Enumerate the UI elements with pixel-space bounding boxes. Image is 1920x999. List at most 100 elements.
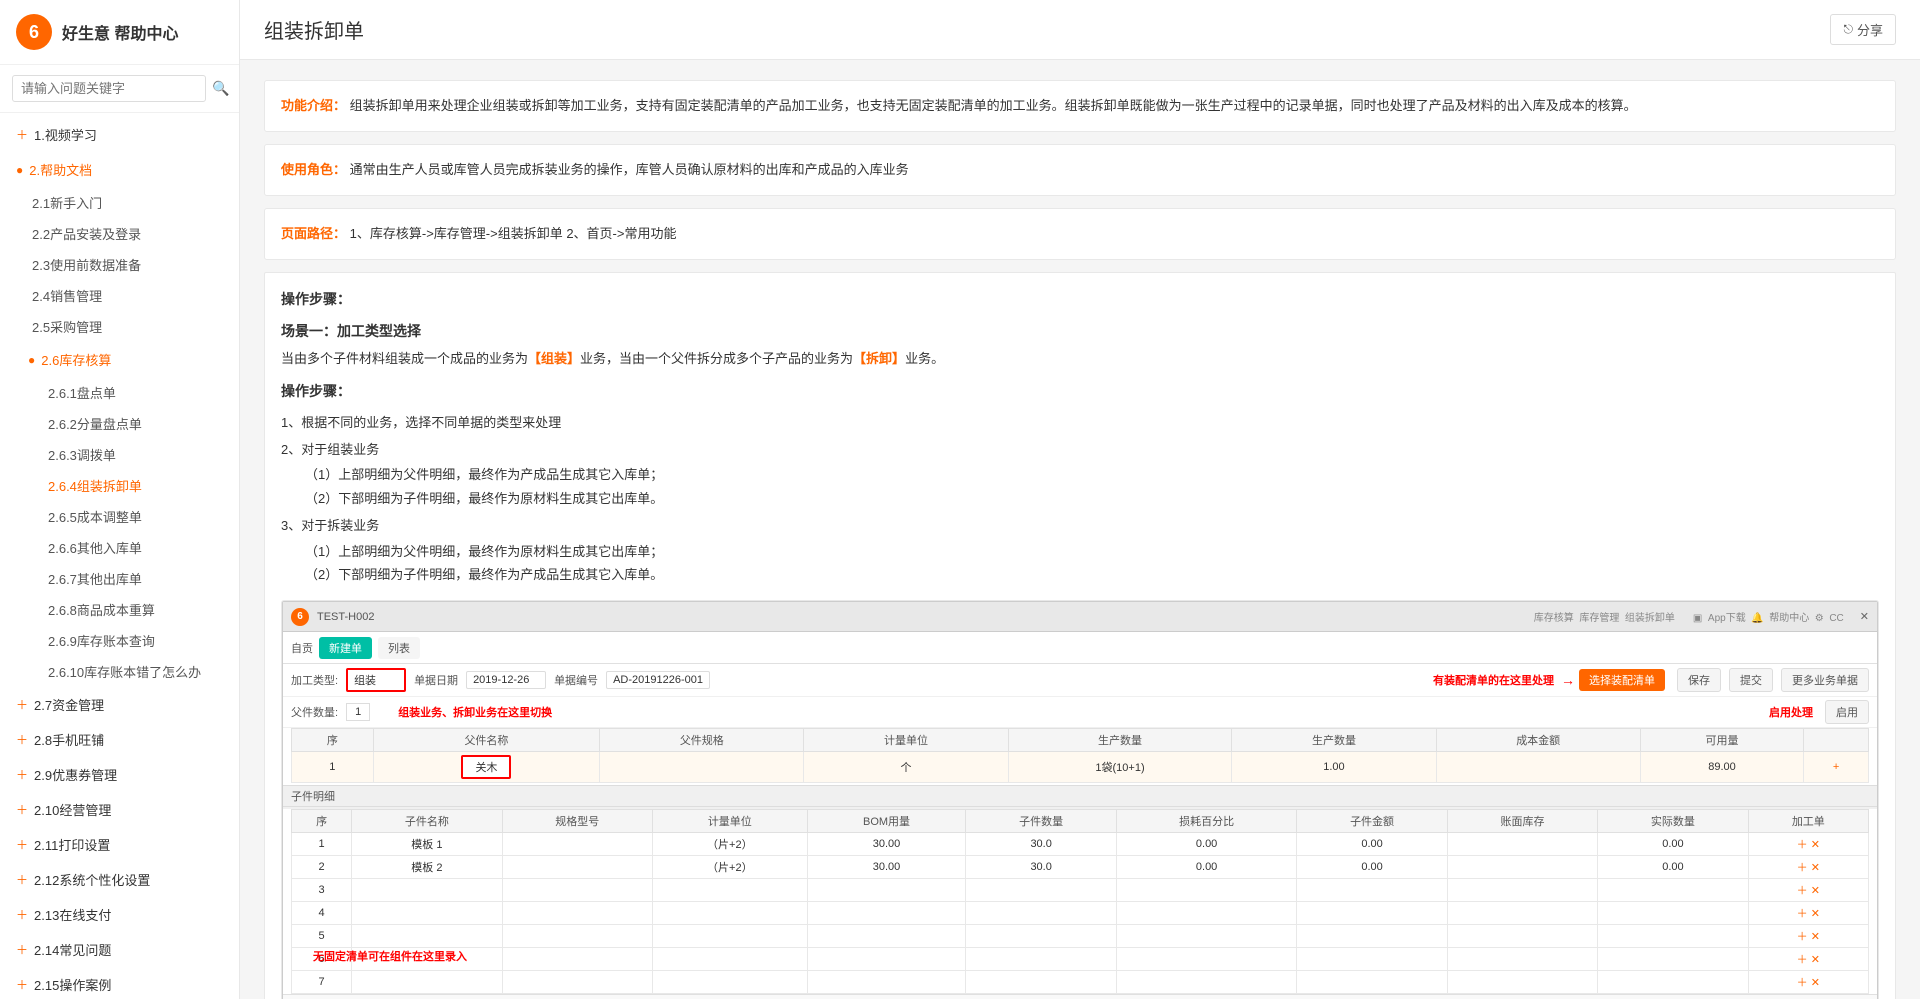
sub-col-qty: 子件数量	[966, 810, 1116, 833]
screenshot-assembly-btn[interactable]: 选择装配清单	[1579, 669, 1665, 691]
table-row: 1 关木 个 1袋(10+1) 1.00 89.00 +	[292, 752, 1869, 783]
sidebar-item-2-6-4[interactable]: 2.6.4组装拆卸单	[0, 470, 239, 501]
col-prod-qty: 生产数量	[1008, 729, 1232, 752]
sidebar-item-2-11[interactable]: ＋ 2.11打印设置	[0, 827, 239, 862]
screenshot-enable-btn[interactable]: 启用	[1825, 700, 1869, 724]
screenshot-tab-new[interactable]: 新建单	[319, 637, 372, 659]
scene1-title: 场景一：加工类型选择	[281, 321, 1879, 341]
step-3-sub2: （2）下部明细为子件明细，最终作为产成品生成其它入库单。	[305, 563, 1879, 586]
screenshot-logo: 6	[291, 608, 309, 626]
scene1-desc: 当由多个子件材料组装成一个成品的业务为【组装】业务，当由一个父件拆分成多个子产品…	[281, 347, 1879, 370]
sidebar-item-2-7[interactable]: ＋ 2.7资金管理	[0, 687, 239, 722]
screenshot-order-label: 单据编号	[554, 672, 598, 688]
screenshot-date-val[interactable]: 2019-12-26	[466, 671, 546, 689]
step-3-sub1: （1）上部明细为父件明细，最终作为原材料生成其它出库单；	[305, 540, 1879, 563]
expand-icon-2-12: ＋	[16, 871, 28, 888]
screenshot-date-label: 单据日期	[414, 672, 458, 688]
sub-table-row-1: 1 模板 1 （片+2） 30.00 30.0 0.00 0.00 0.	[292, 833, 1869, 856]
sub-table-row-3: 3 ＋ ✕	[292, 879, 1869, 902]
col-op	[1804, 729, 1869, 752]
ops-title: 操作步骤：	[281, 289, 1879, 309]
sidebar-item-2-13[interactable]: ＋ 2.13在线支付	[0, 897, 239, 932]
annotation-3-text: 组装业务、拆卸业务在这里切换	[398, 704, 552, 720]
sidebar-item-2-5[interactable]: 2.5采购管理	[0, 311, 239, 342]
step-2-sub2: （2）下部明细为子件明细，最终作为原材料生成其它出库单。	[305, 487, 1879, 510]
sidebar-item-1[interactable]: ＋ 1.视频学习	[0, 117, 239, 152]
sidebar-item-2-10[interactable]: ＋ 2.10经营管理	[0, 792, 239, 827]
ops-steps-title: 操作步骤：	[281, 381, 1879, 401]
search-icon[interactable]: 🔍	[212, 80, 229, 97]
sub-col-actual: 实际数量	[1598, 810, 1748, 833]
sidebar-item-2[interactable]: ● 2.帮助文档	[0, 152, 239, 187]
screenshot-close-icon[interactable]: ✕	[1860, 610, 1869, 623]
screenshot-count-label: 父件数量:	[291, 704, 338, 720]
search-input[interactable]	[12, 75, 206, 102]
sidebar-item-2-6-7[interactable]: 2.6.7其他出库单	[0, 563, 239, 594]
path-label: 页面路径：	[281, 226, 346, 241]
screenshot-form-row1: 加工类型: 组装 单据日期 2019-12-26 单据编号 AD-2019122…	[283, 664, 1877, 697]
role-text: 通常由生产人员或库管人员完成拆装业务的操作，库管人员确认原材料的出库和产成品的入…	[350, 162, 909, 177]
screenshot-upper-table: 序 父件名称 父件规格 计量单位 生产数量 生产数量 成本金额 可用量	[291, 728, 1869, 783]
expand-icon-2-13: ＋	[16, 906, 28, 923]
sidebar-item-2-15[interactable]: ＋ 2.15操作案例	[0, 967, 239, 999]
sidebar-item-2-14[interactable]: ＋ 2.14常见问题	[0, 932, 239, 967]
sidebar-item-2-8[interactable]: ＋ 2.8手机旺铺	[0, 722, 239, 757]
sidebar-item-2-4[interactable]: 2.4销售管理	[0, 280, 239, 311]
sub-col-stock: 账面库存	[1447, 810, 1597, 833]
screenshot-submit-btn[interactable]: 提交	[1729, 668, 1773, 692]
expand-icon-2-8: ＋	[16, 731, 28, 748]
screenshot-count-val[interactable]: 1	[346, 703, 370, 721]
screenshot-tab-home: 自贡	[291, 640, 313, 656]
sub-table-row-4: 4 ＋ ✕	[292, 902, 1869, 925]
sidebar-item-2-6-3[interactable]: 2.6.3调拨单	[0, 439, 239, 470]
screenshot-id: TEST-H002	[317, 611, 374, 623]
screenshot-type-val[interactable]: 组装	[346, 668, 406, 692]
nav-section: ＋ 1.视频学习 ● 2.帮助文档 2.1新手入门 2.2产品安装及登录 2.3…	[0, 113, 239, 999]
ops-block: 操作步骤： 场景一：加工类型选择 当由多个子件材料组装成一个成品的业务为【组装】…	[264, 272, 1896, 999]
annotation-1-area: 有装配清单的在这里处理 → 选择装配清单	[1430, 669, 1665, 691]
share-icon: ⎋	[1843, 22, 1853, 37]
sidebar-item-2-12[interactable]: ＋ 2.12系统个性化设置	[0, 862, 239, 897]
sidebar-item-2-6-6[interactable]: 2.6.6其他入库单	[0, 532, 239, 563]
sidebar-item-2-6[interactable]: ● 2.6库存核算	[0, 342, 239, 377]
expand-icon-2-7: ＋	[16, 696, 28, 713]
cell-spec	[600, 752, 804, 783]
step-3: 3、对于拆装业务	[281, 514, 1879, 537]
sidebar-item-2-6-9[interactable]: 2.6.9库存账本查询	[0, 625, 239, 656]
sidebar-label-2: 2.帮助文档	[29, 160, 92, 179]
sidebar-item-2-6-10[interactable]: 2.6.10库存账本错了怎么办	[0, 656, 239, 687]
sidebar-item-2-6-8[interactable]: 2.6.8商品成本重算	[0, 594, 239, 625]
sub-col-work-order: 加工单	[1748, 810, 1868, 833]
content-area: 功能介绍： 组装拆卸单用来处理企业组装或拆卸等加工业务，支持有固定装配清单的产品…	[240, 60, 1920, 999]
sub-table-row-6: 6 ＋ ✕	[292, 948, 1869, 971]
sidebar-label-2-6: 2.6库存核算	[41, 350, 111, 369]
screenshot-menu: 自贡 新建单 列表	[283, 632, 1877, 664]
sidebar-item-2-6-5[interactable]: 2.6.5成本调整单	[0, 501, 239, 532]
screenshot-tab-list[interactable]: 列表	[378, 637, 420, 659]
step-2-sub1: （1）上部明细为父件明细，最终作为产成品生成其它入库单；	[305, 463, 1879, 486]
cell-seq: 1	[292, 752, 374, 783]
cell-unit: 个	[804, 752, 1008, 783]
share-button[interactable]: ⎋ 分享	[1830, 14, 1896, 45]
sub-col-amt: 子件金额	[1297, 810, 1447, 833]
screenshot-topbar: 6 TEST-H002 库存核算 库存管理 组装拆卸单 ▣ App下载 🔔 帮助…	[283, 602, 1877, 632]
sidebar-item-2-9[interactable]: ＋ 2.9优惠券管理	[0, 757, 239, 792]
screenshot-more-btn[interactable]: 更多业务单据	[1781, 668, 1869, 692]
path-block: 页面路径： 1、库存核算->库存管理->组装拆卸单 2、首页->常用功能	[264, 208, 1896, 260]
sidebar-item-2-2[interactable]: 2.2产品安装及登录	[0, 218, 239, 249]
screenshot-block: 6 TEST-H002 库存核算 库存管理 组装拆卸单 ▣ App下载 🔔 帮助…	[281, 600, 1879, 999]
fake-screenshot: 6 TEST-H002 库存核算 库存管理 组装拆卸单 ▣ App下载 🔔 帮助…	[282, 601, 1878, 999]
col-parent-name: 父件名称	[373, 729, 600, 752]
page-title: 组装拆卸单	[264, 15, 364, 44]
role-label: 使用角色：	[281, 162, 346, 177]
cell-prod1: 1袋(10+1)	[1008, 752, 1232, 783]
sidebar-item-2-1[interactable]: 2.1新手入门	[0, 187, 239, 218]
screenshot-order-val[interactable]: AD-20191226-001	[606, 671, 710, 689]
cell-op-btn[interactable]: +	[1804, 752, 1869, 783]
sidebar-item-2-6-1[interactable]: 2.6.1盘点单	[0, 377, 239, 408]
step-list: 1、根据不同的业务，选择不同单据的类型来处理 2、对于组装业务 （1）上部明细为…	[281, 411, 1879, 587]
screenshot-save-btn[interactable]: 保存	[1677, 668, 1721, 692]
func-intro-text: 组装拆卸单用来处理企业组装或拆卸等加工业务，支持有固定装配清单的产品加工业务，也…	[350, 98, 1637, 113]
sidebar-item-2-6-2[interactable]: 2.6.2分量盘点单	[0, 408, 239, 439]
sidebar-item-2-3[interactable]: 2.3使用前数据准备	[0, 249, 239, 280]
